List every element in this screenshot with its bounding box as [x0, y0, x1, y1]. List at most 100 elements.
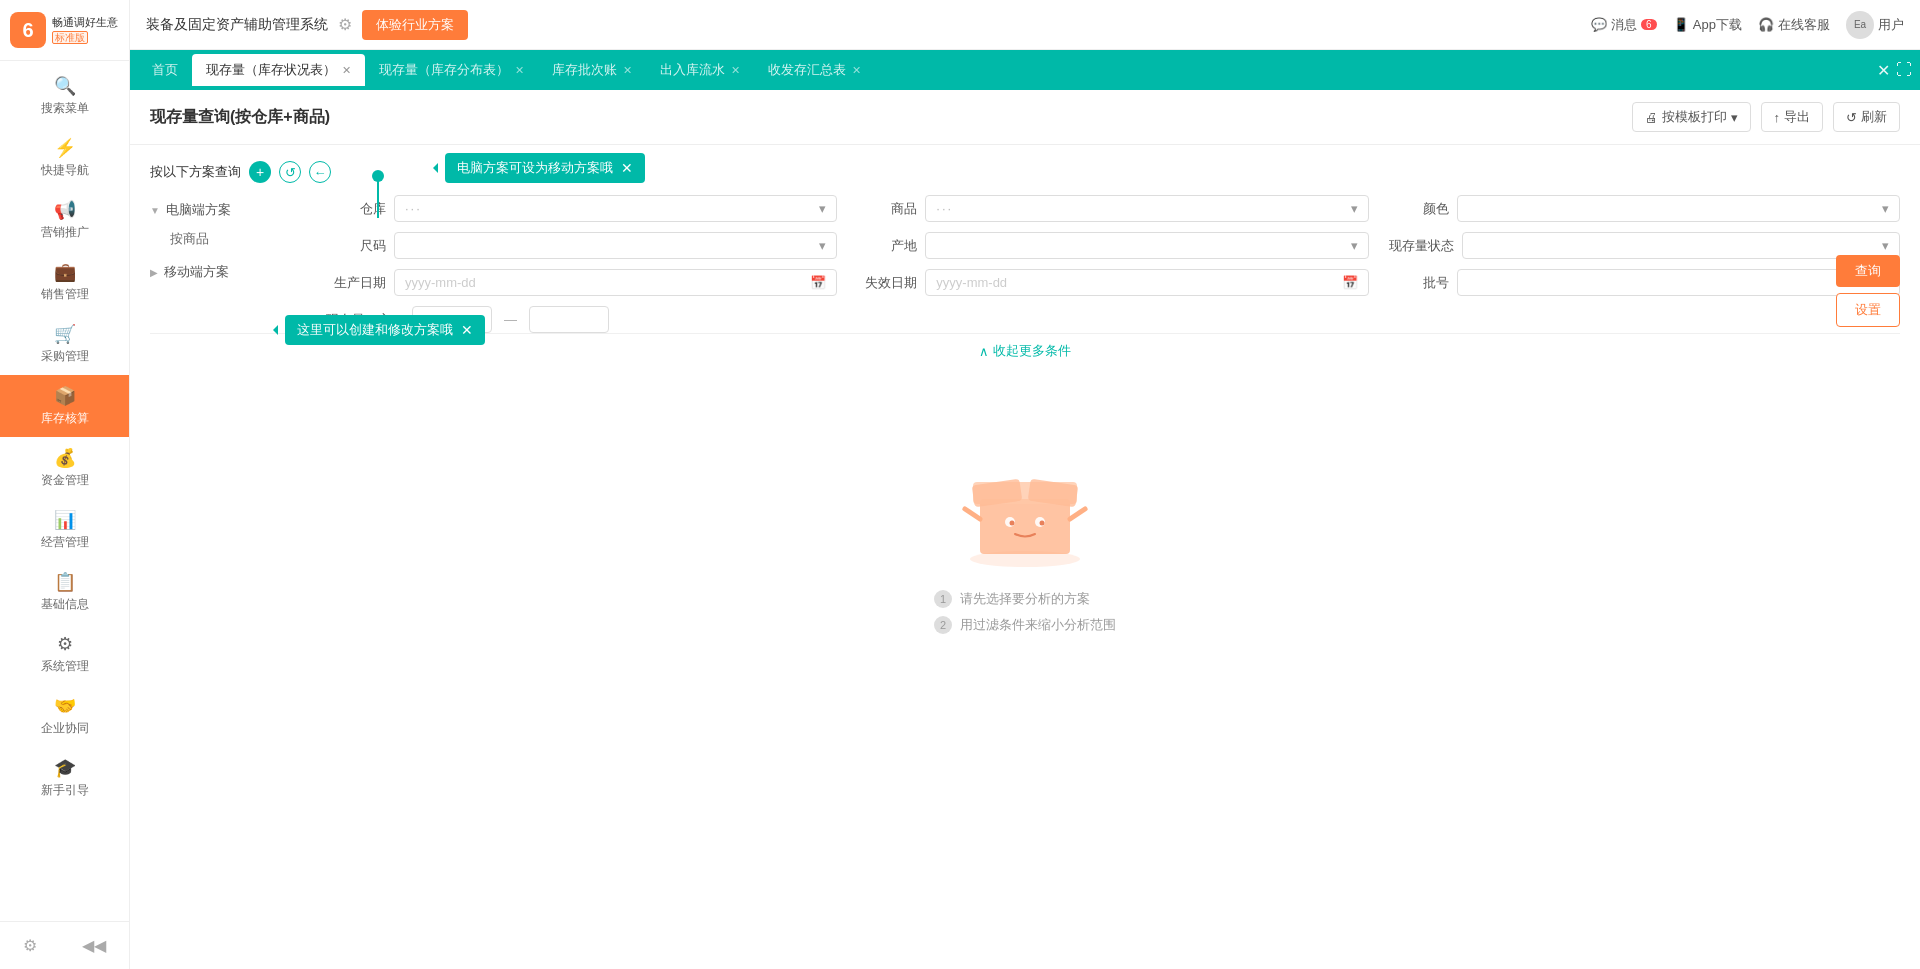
tab-flow[interactable]: 出入库流水 ✕	[646, 54, 754, 86]
scheme-group-pc-header[interactable]: ▼ 电脑端方案	[150, 195, 310, 225]
tab-expand-btn[interactable]: ⛶	[1896, 61, 1912, 80]
scheme-tooltip-close[interactable]: ✕	[621, 160, 633, 176]
empty-step-1: 1 请先选择要分析的方案	[934, 590, 1116, 608]
enterprise-icon: 🤝	[54, 695, 76, 717]
sales-icon: 💼	[54, 261, 76, 283]
goods-label: 商品	[857, 200, 917, 218]
svg-line-9	[965, 509, 980, 519]
online-service-btn[interactable]: 🎧 在线客服	[1758, 16, 1830, 34]
industry-btn[interactable]: 体验行业方案	[362, 10, 468, 40]
production-date-input[interactable]: yyyy-mm-dd 📅	[394, 269, 837, 296]
sidebar-item-operations[interactable]: 📊 经营管理	[0, 499, 129, 561]
step-num-1: 1	[934, 590, 952, 608]
empty-steps: 1 请先选择要分析的方案 2 用过滤条件来缩小分析范围	[934, 590, 1116, 634]
tab-inventory-dist[interactable]: 现存量（库存分布表） ✕	[365, 54, 538, 86]
tab-home[interactable]: 首页	[138, 54, 192, 86]
origin-select[interactable]: ▾	[925, 232, 1368, 259]
sidebar-item-finance[interactable]: 💰 资金管理	[0, 437, 129, 499]
topbar-left: 装备及固定资产辅助管理系统 ⚙ 体验行业方案	[146, 10, 468, 40]
message-icon: 💬	[1591, 17, 1607, 32]
tab-close-flow[interactable]: ✕	[731, 64, 740, 77]
filter-form-area: 仓库 ··· ▾ 商品 ··· ▾	[326, 195, 1900, 333]
tab-inventory-status[interactable]: 现存量（库存状况表） ✕	[192, 54, 365, 86]
sidebar-item-search[interactable]: 🔍 搜索菜单	[0, 65, 129, 127]
topbar-gear-icon[interactable]: ⚙	[338, 15, 352, 34]
sidebar-item-guide[interactable]: 🎓 新手引导	[0, 747, 129, 809]
calendar-icon-2: 📅	[1342, 275, 1358, 290]
sidebar-item-system[interactable]: ⚙ 系统管理	[0, 623, 129, 685]
size-field: 尺码 ▾	[326, 232, 837, 259]
search-btn-area: 查询 设置	[1836, 255, 1900, 327]
batch-field: 批号	[1389, 269, 1900, 296]
setting-btn[interactable]: 设置	[1836, 293, 1900, 327]
page-header: 现存量查询(按仓库+商品) 🖨 按模板打印 ▾ ↑ 导出 ↺ 刷新	[130, 90, 1920, 145]
guide-icon: 🎓	[54, 757, 76, 779]
warehouse-select[interactable]: ··· ▾	[394, 195, 837, 222]
tab-close-all-btn[interactable]: ✕	[1877, 61, 1890, 80]
sidebar-item-marketing[interactable]: 📢 营销推广	[0, 189, 129, 251]
inventory-status-select[interactable]: ▾	[1462, 232, 1900, 259]
sidebar-item-purchase[interactable]: 🛒 采购管理	[0, 313, 129, 375]
filter-refresh-btn[interactable]: ↺	[279, 161, 301, 183]
tab-close-summary[interactable]: ✕	[852, 64, 861, 77]
print-btn[interactable]: 🖨 按模板打印 ▾	[1632, 102, 1751, 132]
warehouse-field: 仓库 ··· ▾	[326, 195, 837, 222]
quantity-max-input[interactable]	[529, 306, 609, 333]
tab-summary[interactable]: 收发存汇总表 ✕	[754, 54, 875, 86]
expiry-date-field: 失效日期 yyyy-mm-dd 📅	[857, 269, 1368, 296]
search-icon: 🔍	[54, 75, 76, 97]
batch-input[interactable]	[1457, 269, 1900, 296]
scheme-tooltip: 电脑方案可设为移动方案哦 ✕	[445, 153, 645, 183]
filter-prev-btn[interactable]: ←	[309, 161, 331, 183]
tab-close-batch[interactable]: ✕	[623, 64, 632, 77]
query-btn[interactable]: 查询	[1836, 255, 1900, 287]
topbar-right: 💬 消息 6 📱 App下载 🎧 在线客服 Ea 用户	[1591, 11, 1904, 39]
refresh-icon: ↺	[1846, 110, 1857, 125]
expiry-date-input[interactable]: yyyy-mm-dd 📅	[925, 269, 1368, 296]
svg-point-8	[1040, 521, 1045, 526]
filter-add-btn[interactable]: +	[249, 161, 271, 183]
scheme-sub-item-pc[interactable]: 按商品	[170, 225, 310, 253]
collapse-sidebar-btn[interactable]: ◀◀	[78, 932, 110, 959]
app-download-btn[interactable]: 📱 App下载	[1673, 16, 1742, 34]
tabbar-end: ✕ ⛶	[1877, 61, 1912, 80]
sidebar-item-sales[interactable]: 💼 销售管理	[0, 251, 129, 313]
logo-area: 6 畅通调好生意 标准版	[0, 0, 129, 61]
user-menu[interactable]: Ea 用户	[1846, 11, 1904, 39]
tab-close-inventory-dist[interactable]: ✕	[515, 64, 524, 77]
basics-icon: 📋	[54, 571, 76, 593]
empty-svg	[945, 444, 1105, 574]
origin-field: 产地 ▾	[857, 232, 1368, 259]
operations-icon: 📊	[54, 509, 76, 531]
system-name: 装备及固定资产辅助管理系统	[146, 16, 328, 34]
color-select[interactable]: ▾	[1457, 195, 1900, 222]
filter-body: ▼ 电脑端方案 按商品 ▶ 移动端方案	[150, 195, 1900, 333]
scheme-group-mobile-header[interactable]: ▶ 移动端方案	[150, 257, 310, 287]
topbar: 装备及固定资产辅助管理系统 ⚙ 体验行业方案 💬 消息 6 📱 App下载 🎧 …	[130, 0, 1920, 50]
tab-batch-account[interactable]: 库存批次账 ✕	[538, 54, 646, 86]
sidebar-item-quicknav[interactable]: ⚡ 快捷导航	[0, 127, 129, 189]
headset-icon: 🎧	[1758, 17, 1774, 32]
sidebar-item-enterprise[interactable]: 🤝 企业协同	[0, 685, 129, 747]
export-icon: ↑	[1774, 110, 1781, 125]
refresh-btn[interactable]: ↺ 刷新	[1833, 102, 1900, 132]
tab-close-inventory-status[interactable]: ✕	[342, 64, 351, 77]
size-label: 尺码	[326, 237, 386, 255]
phone-icon: 📱	[1673, 17, 1689, 32]
sidebar-item-basics[interactable]: 📋 基础信息	[0, 561, 129, 623]
goods-select[interactable]: ··· ▾	[925, 195, 1368, 222]
filter-area: 按以下方案查询 + ↺ ← 电脑方案可设为移动方案哦 ✕	[130, 145, 1920, 384]
filter-label: 按以下方案查询	[150, 163, 241, 181]
logo-text: 畅通调好生意 标准版	[52, 15, 118, 46]
sidebar-bottom: ⚙ ◀◀	[0, 921, 129, 969]
sidebar-item-inventory[interactable]: 📦 库存核算	[0, 375, 129, 437]
export-btn[interactable]: ↑ 导出	[1761, 102, 1824, 132]
edit-tooltip-close[interactable]: ✕	[461, 322, 473, 338]
avatar: Ea	[1846, 11, 1874, 39]
message-btn[interactable]: 💬 消息 6	[1591, 16, 1657, 34]
calendar-icon-1: 📅	[810, 275, 826, 290]
batch-label: 批号	[1389, 274, 1449, 292]
settings-bottom-btn[interactable]: ⚙	[19, 932, 41, 959]
chevron-down-icon: ▾	[1731, 110, 1738, 125]
size-select[interactable]: ▾	[394, 232, 837, 259]
